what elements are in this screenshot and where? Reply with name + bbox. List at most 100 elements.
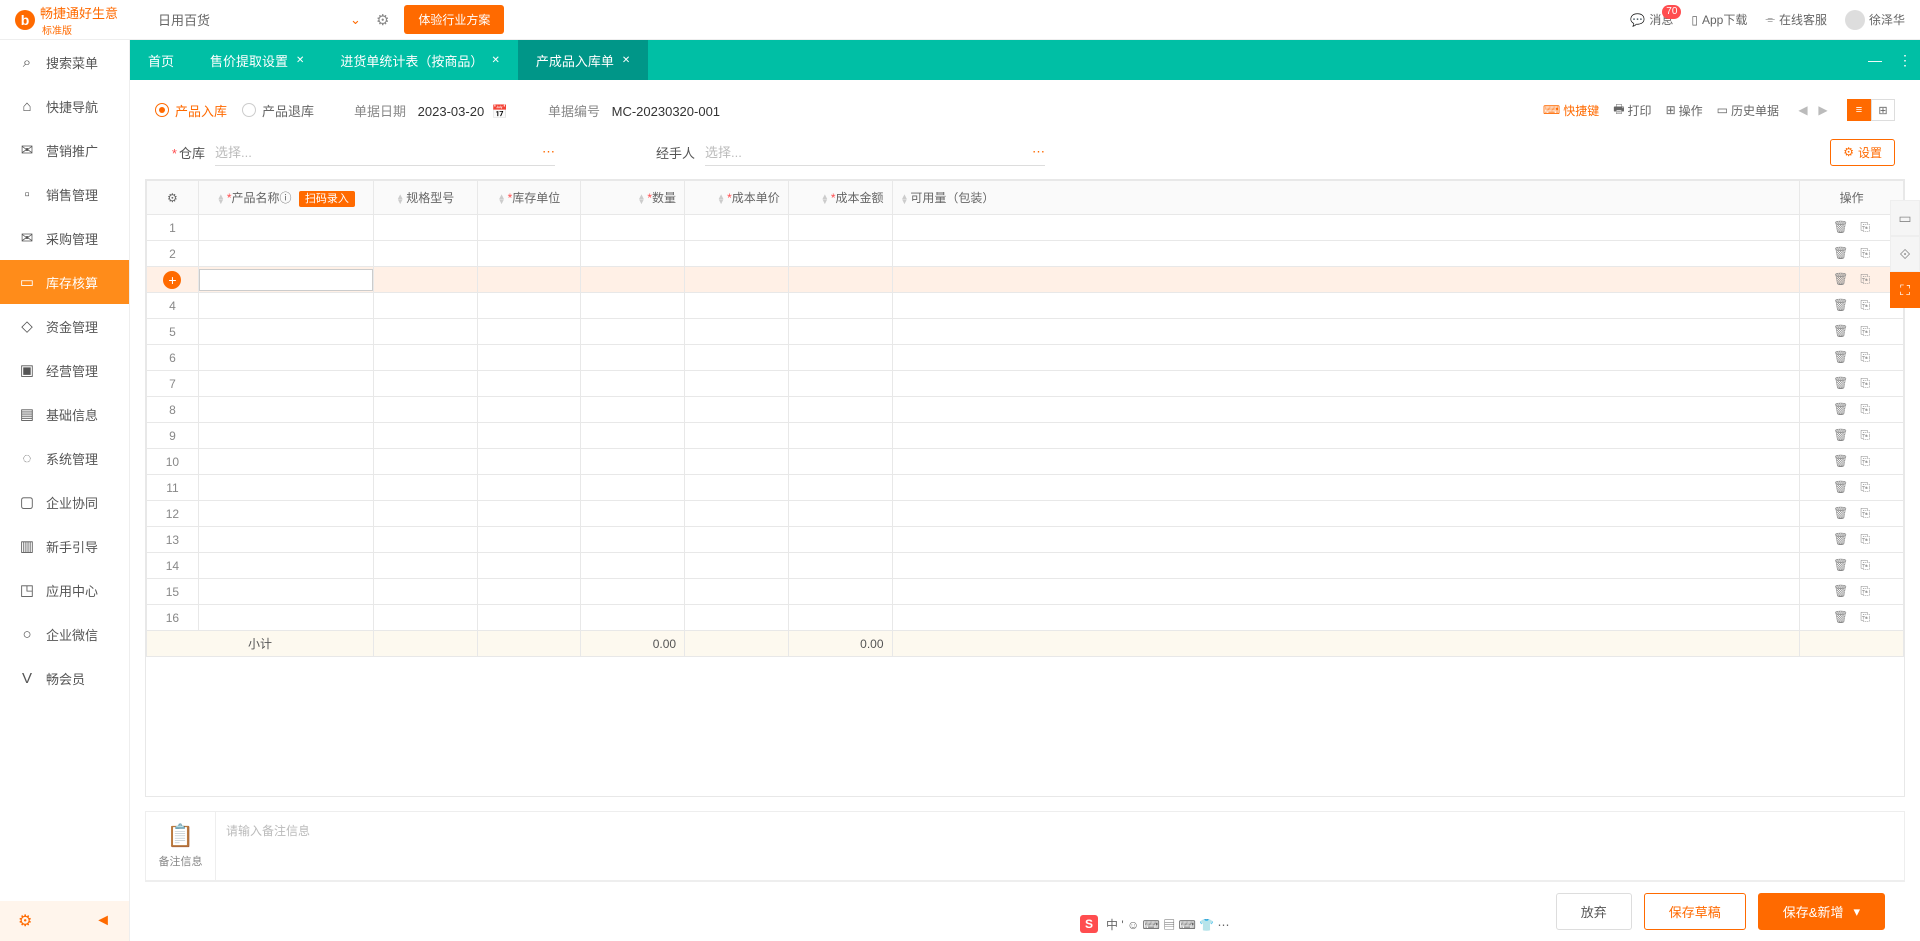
delete-icon[interactable]: 🗑 [1833, 532, 1848, 547]
cell-unit[interactable] [477, 475, 581, 501]
cell-price[interactable] [685, 345, 789, 371]
more-icon[interactable]: ⋯ [1032, 144, 1045, 160]
cell-name[interactable] [198, 241, 373, 267]
sidebar-item-finance[interactable]: ◇资金管理 [0, 304, 129, 348]
cell-name[interactable] [198, 345, 373, 371]
sidebar-item-search[interactable]: ⌕搜索菜单 [0, 40, 129, 84]
cell-name[interactable] [198, 267, 373, 293]
col-price[interactable]: ▲▼*成本单价 [685, 181, 789, 215]
cell-spec[interactable] [373, 345, 477, 371]
copy-icon[interactable]: ⎘ [1860, 610, 1870, 625]
cell-name[interactable] [198, 553, 373, 579]
save-draft-button[interactable]: 保存草稿 [1644, 893, 1746, 930]
tab-home[interactable]: 首页 [130, 40, 192, 80]
sidebar-item-basicinfo[interactable]: ▤基础信息 [0, 392, 129, 436]
cell-qty[interactable] [581, 475, 685, 501]
cell-avail[interactable] [892, 215, 1800, 241]
col-gear[interactable]: ⚙ [147, 181, 199, 215]
scan-button[interactable]: 扫码录入 [299, 191, 355, 207]
cell-unit[interactable] [477, 267, 581, 293]
copy-icon[interactable]: ⎘ [1860, 428, 1870, 443]
cell-spec[interactable] [373, 319, 477, 345]
sidebar-item-apps[interactable]: ◳应用中心 [0, 568, 129, 612]
delete-icon[interactable]: 🗑 [1833, 454, 1848, 469]
cell-name[interactable] [198, 449, 373, 475]
delete-icon[interactable]: 🗑 [1833, 220, 1848, 235]
cell-spec[interactable] [373, 449, 477, 475]
delete-icon[interactable]: 🗑 [1833, 246, 1848, 261]
cell-qty[interactable] [581, 553, 685, 579]
cell-avail[interactable] [892, 241, 1800, 267]
cell-qty[interactable] [581, 345, 685, 371]
cell-unit[interactable] [477, 319, 581, 345]
view-list-button[interactable]: ≡ [1847, 99, 1871, 121]
remark-input[interactable]: 请输入备注信息 [216, 812, 1904, 880]
copy-icon[interactable]: ⎘ [1860, 402, 1870, 417]
cell-unit[interactable] [477, 397, 581, 423]
cell-amount[interactable] [788, 605, 892, 631]
shop-selector[interactable]: 日用百货 ⌄ [158, 10, 361, 29]
cell-amount[interactable] [788, 215, 892, 241]
table-row[interactable]: 11 🗑⎘ [147, 475, 1904, 501]
close-icon[interactable]: ✕ [622, 55, 630, 66]
sidebar-item-guide[interactable]: ▥新手引导 [0, 524, 129, 568]
cell-spec[interactable] [373, 475, 477, 501]
product-name-input[interactable] [199, 269, 373, 291]
cell-avail[interactable] [892, 579, 1800, 605]
cell-unit[interactable] [477, 241, 581, 267]
cell-name[interactable] [198, 397, 373, 423]
table-row[interactable]: 4 🗑⎘ [147, 293, 1904, 319]
try-industry-button[interactable]: 体验行业方案 [404, 5, 504, 34]
cell-unit[interactable] [477, 423, 581, 449]
print-button[interactable]: 🖶打印 [1613, 100, 1651, 121]
table-row[interactable]: 5 🗑⎘ [147, 319, 1904, 345]
messages-button[interactable]: 💬 消息 70 [1630, 11, 1673, 28]
copy-icon[interactable]: ⎘ [1860, 480, 1870, 495]
cell-amount[interactable] [788, 501, 892, 527]
cell-spec[interactable] [373, 397, 477, 423]
cell-spec[interactable] [373, 241, 477, 267]
delete-icon[interactable]: 🗑 [1833, 298, 1848, 313]
app-download-button[interactable]: ▯ App下载 [1691, 11, 1747, 28]
cell-avail[interactable] [892, 527, 1800, 553]
table-row[interactable]: 8 🗑⎘ [147, 397, 1904, 423]
cell-qty[interactable] [581, 319, 685, 345]
cell-price[interactable] [685, 501, 789, 527]
table-row[interactable]: 9 🗑⎘ [147, 423, 1904, 449]
delete-icon[interactable]: 🗑 [1833, 506, 1848, 521]
cell-avail[interactable] [892, 293, 1800, 319]
delete-icon[interactable]: 🗑 [1833, 376, 1848, 391]
cell-price[interactable] [685, 423, 789, 449]
cell-price[interactable] [685, 241, 789, 267]
collapse-icon[interactable]: ◄ [95, 912, 111, 930]
ime-chars[interactable]: 中 ' ☺ ⌨ ▤ ⌨ 👕 ⋯ [1106, 916, 1229, 933]
cell-qty[interactable] [581, 423, 685, 449]
table-row[interactable]: 16 🗑⎘ [147, 605, 1904, 631]
copy-icon[interactable]: ⎘ [1860, 376, 1870, 391]
cell-name[interactable] [198, 605, 373, 631]
delete-icon[interactable]: 🗑 [1833, 350, 1848, 365]
cell-price[interactable] [685, 449, 789, 475]
cell-qty[interactable] [581, 293, 685, 319]
cell-price[interactable] [685, 215, 789, 241]
cell-avail[interactable] [892, 475, 1800, 501]
save-new-button[interactable]: 保存&新增▾ [1758, 893, 1885, 930]
cell-price[interactable] [685, 475, 789, 501]
dock-item-3[interactable]: ⛶ [1890, 272, 1920, 308]
delete-icon[interactable]: 🗑 [1833, 610, 1848, 625]
sidebar-item-sales[interactable]: ▫销售管理 [0, 172, 129, 216]
cell-amount[interactable] [788, 267, 892, 293]
cell-name[interactable] [198, 475, 373, 501]
copy-icon[interactable]: ⎘ [1860, 324, 1870, 339]
cell-unit[interactable] [477, 293, 581, 319]
copy-icon[interactable]: ⎘ [1860, 272, 1870, 287]
copy-icon[interactable]: ⎘ [1860, 350, 1870, 365]
cell-qty[interactable] [581, 501, 685, 527]
cell-amount[interactable] [788, 293, 892, 319]
gear-icon[interactable]: ⚙ [376, 11, 389, 29]
sidebar-item-wechat[interactable]: ○企业微信 [0, 612, 129, 656]
cell-unit[interactable] [477, 215, 581, 241]
delete-icon[interactable]: 🗑 [1833, 428, 1848, 443]
delete-icon[interactable]: 🗑 [1833, 558, 1848, 573]
tab-purchase-report[interactable]: 进货单统计表（按商品）✕ [322, 40, 517, 80]
